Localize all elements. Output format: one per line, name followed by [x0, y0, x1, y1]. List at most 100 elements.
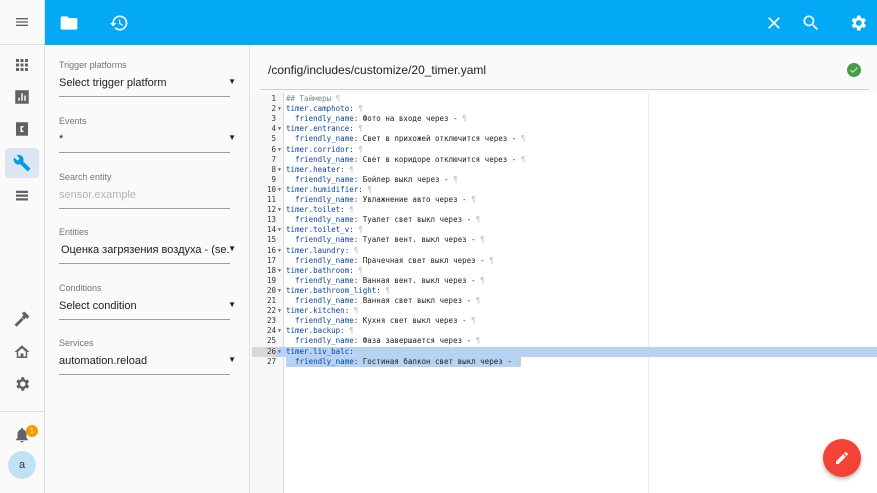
- code-text: friendly_name: Кухня свет выкл через - ¶: [286, 316, 476, 326]
- code-text: timer.bathroom: ¶: [286, 265, 363, 275]
- line-number: 4: [271, 124, 276, 134]
- code-line[interactable]: 16 ▼ timer.laundry: ¶: [252, 246, 877, 256]
- fold-arrow-icon[interactable]: ▼: [278, 165, 281, 175]
- sidebar-item-overview[interactable]: [5, 50, 39, 80]
- field-underline: [59, 263, 230, 264]
- edit-fab-button[interactable]: [823, 439, 861, 477]
- folder-button[interactable]: [57, 11, 81, 35]
- sidebar-header: [0, 0, 44, 45]
- notification-badge: 1: [26, 425, 38, 437]
- menu-icon[interactable]: [14, 14, 30, 30]
- grid-icon: [16, 59, 28, 71]
- trigger-platform-value: Select trigger platform: [59, 77, 167, 89]
- code-text: ## Таймеры ¶: [286, 94, 341, 103]
- line-number: 26: [252, 346, 276, 357]
- code-line[interactable]: 8 ▼ timer.heater: ¶: [252, 165, 877, 175]
- code-line[interactable]: 14 ▼ timer.toilet_v: ¶: [252, 225, 877, 235]
- code-text: friendly_name: Фото на входе через - ¶: [286, 114, 467, 124]
- code-line[interactable]: 21 friendly_name: Ванная свет выкл через…: [252, 296, 877, 306]
- field-underline: [59, 152, 230, 153]
- code-text: timer.camphoto: ¶: [286, 104, 363, 114]
- fold-arrow-icon[interactable]: ▼: [278, 246, 281, 256]
- sidebar-item-logbook[interactable]: [5, 181, 39, 211]
- code-text: timer.backup: ¶: [286, 326, 354, 336]
- fold-arrow-icon[interactable]: ▼: [278, 145, 281, 155]
- code-text: timer.heater: ¶: [286, 164, 354, 174]
- code-line[interactable]: 12 ▼ timer.toilet: ¶: [252, 205, 877, 215]
- folder-icon: [60, 16, 78, 30]
- fold-arrow-icon[interactable]: ▼: [278, 326, 281, 336]
- code-text: friendly_name: Бойлер выкл через - ¶: [286, 174, 458, 184]
- code-line[interactable]: 10 ▼ timer.humidifier: ¶: [252, 185, 877, 195]
- sidebar-item-developer-tools[interactable]: [5, 304, 39, 334]
- fold-arrow-icon[interactable]: ▼: [278, 286, 281, 296]
- code-line[interactable]: 4 ▼ timer.entrance: ¶: [252, 124, 877, 134]
- line-number: 27: [266, 356, 276, 366]
- line-number: 19: [266, 275, 276, 285]
- code-text: friendly_name: Гостиная балкон свет выкл…: [286, 356, 521, 367]
- conditions-select[interactable]: Conditions Select condition ▼: [59, 283, 236, 320]
- code-line[interactable]: 2 ▼ timer.camphoto: ¶: [252, 104, 877, 114]
- code-line[interactable]: 23 friendly_name: Кухня свет выкл через …: [252, 316, 877, 326]
- code-text: timer.entrance: ¶: [286, 124, 363, 134]
- code-line[interactable]: 19 friendly_name: Ванная вент. выкл чере…: [252, 276, 877, 286]
- sidebar-item-settings[interactable]: [5, 369, 39, 399]
- code-line[interactable]: 11 friendly_name: Увлажнение авто через …: [252, 195, 877, 205]
- close-button[interactable]: [762, 11, 786, 35]
- sidebar-item-history[interactable]: [5, 82, 39, 112]
- settings-button[interactable]: [846, 11, 870, 35]
- code-text: timer.kitchen: ¶: [286, 306, 359, 316]
- events-select[interactable]: Events * ▼: [59, 116, 236, 153]
- sidebar-item-editor[interactable]: [5, 148, 39, 178]
- file-path: /config/includes/customize/20_timer.yaml: [268, 63, 487, 77]
- line-number: 8: [271, 164, 276, 174]
- line-number: 13: [266, 215, 276, 225]
- code-line[interactable]: 25 friendly_name: Фаза завершается через…: [252, 336, 877, 346]
- sidebar-item-configurator[interactable]: [5, 114, 39, 144]
- code-line[interactable]: 20 ▼ timer.bathroom_light: ¶: [252, 286, 877, 296]
- trigger-platform-select[interactable]: Trigger platforms Select trigger platfor…: [59, 60, 236, 97]
- field-underline: [59, 96, 230, 97]
- code-line[interactable]: 5 friendly_name: Свет в прихожей отключи…: [252, 134, 877, 144]
- fold-arrow-icon[interactable]: ▼: [278, 185, 281, 195]
- code-line[interactable]: 27 friendly_name: Гостиная балкон свет в…: [252, 356, 877, 367]
- line-number: 20: [266, 285, 276, 295]
- code-line[interactable]: 6 ▼ timer.corridor: ¶: [252, 145, 877, 155]
- line-number: 14: [266, 225, 276, 235]
- pencil-icon: [836, 452, 848, 464]
- fold-arrow-icon[interactable]: ▼: [278, 347, 281, 357]
- code-line[interactable]: 3 friendly_name: Фото на входе через - ¶: [252, 114, 877, 124]
- dropdown-arrow-icon: ▼: [228, 355, 236, 364]
- fold-arrow-icon[interactable]: ▼: [278, 205, 281, 215]
- dropdown-arrow-icon: ▼: [228, 300, 236, 309]
- code-line[interactable]: 22 ▼ timer.kitchen: ¶: [252, 306, 877, 316]
- fold-arrow-icon[interactable]: ▼: [278, 306, 281, 316]
- code-text: friendly_name: Туалет свет выкл через - …: [286, 215, 481, 225]
- history-button[interactable]: [107, 11, 131, 35]
- fold-arrow-icon[interactable]: ▼: [278, 124, 281, 134]
- conditions-value: Select condition: [59, 300, 137, 312]
- fold-arrow-icon[interactable]: ▼: [278, 266, 281, 276]
- search-button[interactable]: [799, 11, 823, 35]
- search-entity-input[interactable]: Search entity sensor.example: [59, 172, 230, 209]
- code-line[interactable]: 17 friendly_name: Прачечная свет выкл че…: [252, 256, 877, 266]
- avatar[interactable]: a: [8, 451, 36, 479]
- helper-panel: Trigger platforms Select trigger platfor…: [45, 45, 250, 493]
- services-select[interactable]: Services automation.reload ▼: [59, 338, 236, 375]
- code-line[interactable]: 18 ▼ timer.bathroom: ¶: [252, 266, 877, 276]
- dropdown-arrow-icon: ▼: [228, 133, 236, 142]
- code-line[interactable]: 7 friendly_name: Свет в коридоре отключи…: [252, 155, 877, 165]
- code-editor[interactable]: 1 ## Таймеры ¶ 2 ▼ timer.camphoto: ¶ 3 friend…: [252, 92, 877, 493]
- code-line[interactable]: 9 friendly_name: Бойлер выкл через - ¶: [252, 175, 877, 185]
- code-line[interactable]: 24 ▼ timer.backup: ¶: [252, 326, 877, 336]
- code-line[interactable]: 15 friendly_name: Туалет вент. выкл чере…: [252, 235, 877, 245]
- code-line[interactable]: 13 friendly_name: Туалет свет выкл через…: [252, 215, 877, 225]
- code-text: timer.humidifier: ¶: [286, 184, 372, 194]
- sidebar-item-home[interactable]: [5, 337, 39, 367]
- fold-arrow-icon[interactable]: ▼: [278, 104, 281, 114]
- code-text: friendly_name: Свет в коридоре отключитс…: [286, 154, 526, 164]
- code-line[interactable]: 26 ▼ timer.liv_balc: ¶: [252, 346, 877, 357]
- fold-arrow-icon[interactable]: ▼: [278, 225, 281, 235]
- entities-select[interactable]: Entities Оценка загрязения воздуха - (se…: [59, 227, 236, 264]
- code-line[interactable]: 1 ## Таймеры ¶: [252, 94, 877, 104]
